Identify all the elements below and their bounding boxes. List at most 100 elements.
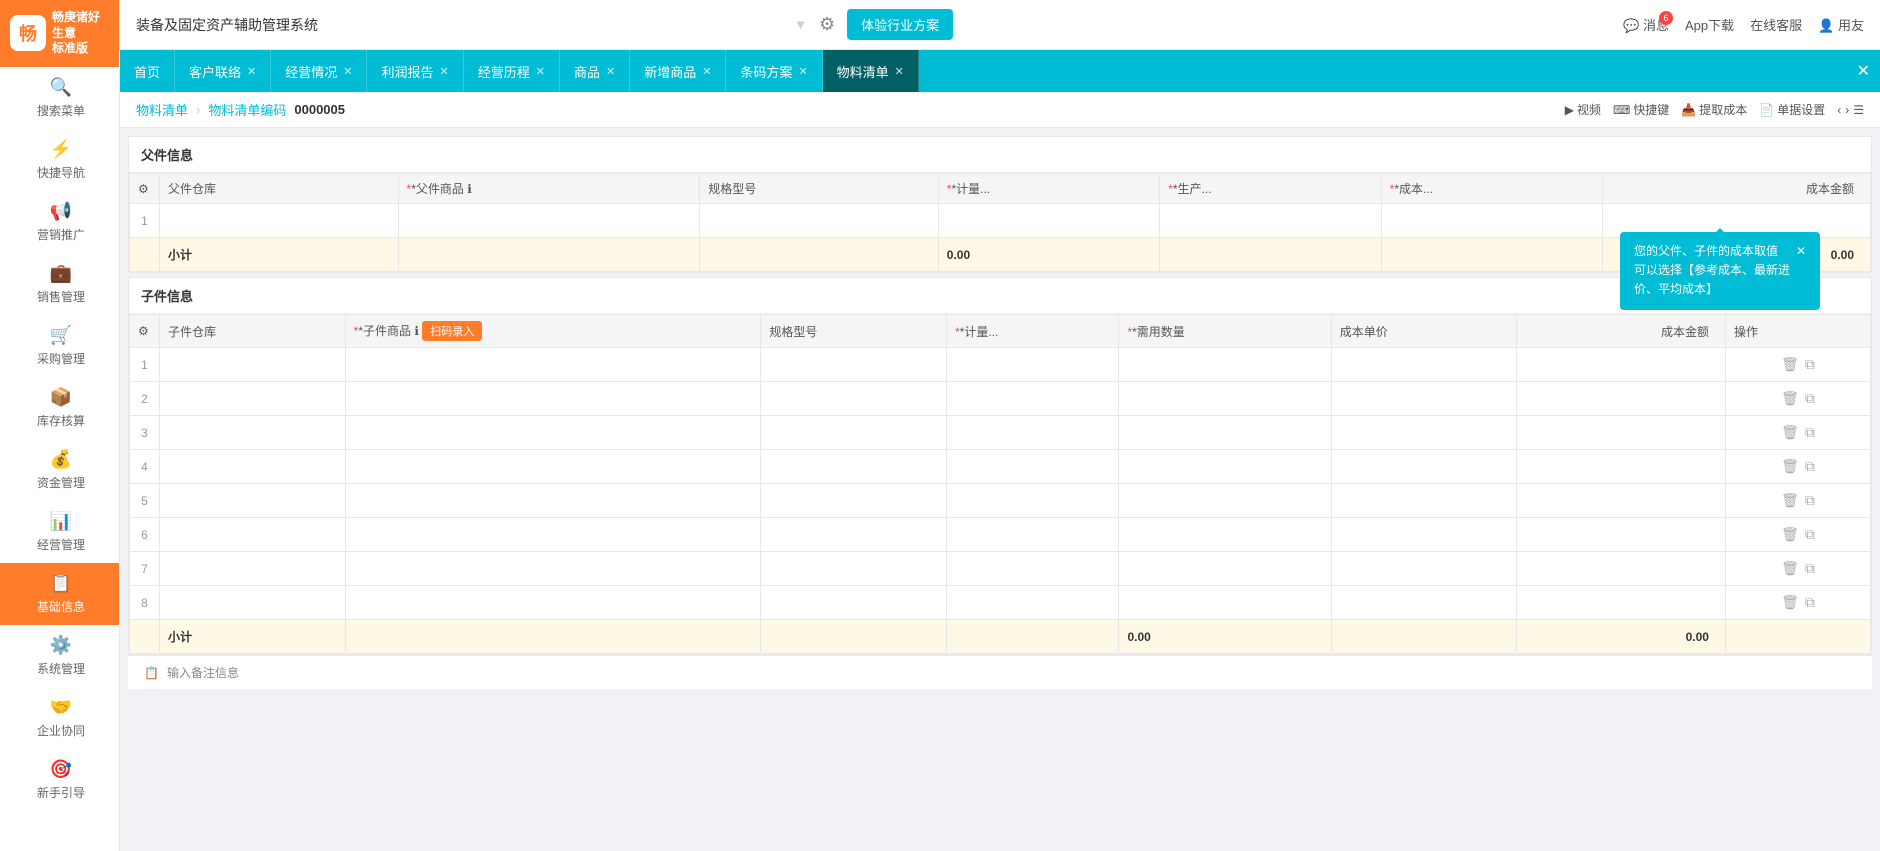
delete-icon[interactable]: 🗑	[1781, 424, 1799, 441]
tab-barcode-close[interactable]: ✕	[798, 65, 807, 78]
child-unit-cell[interactable]	[947, 348, 1119, 382]
scan-button[interactable]: 扫码录入	[422, 321, 482, 341]
child-product-cell[interactable]	[345, 348, 761, 382]
copy-icon[interactable]: ⧉	[1805, 390, 1815, 407]
child-col-gear[interactable]: ⚙	[130, 315, 160, 348]
child-warehouse-cell[interactable]	[160, 552, 346, 586]
child-spec-cell[interactable]	[761, 518, 947, 552]
tab-history-close[interactable]: ✕	[536, 65, 545, 78]
sidebar-item-corp[interactable]: 🤝 企业协同	[0, 687, 119, 749]
child-qty-cell[interactable]	[1119, 416, 1331, 450]
child-product-cell[interactable]	[345, 552, 761, 586]
child-qty-cell[interactable]	[1119, 348, 1331, 382]
child-spec-cell[interactable]	[761, 484, 947, 518]
child-warehouse-cell[interactable]	[160, 348, 346, 382]
sidebar-item-finance[interactable]: 💰 资金管理	[0, 439, 119, 501]
child-product-cell[interactable]	[345, 586, 761, 620]
menu-icon[interactable]: ☰	[1853, 103, 1864, 117]
parent-production-cell[interactable]	[1160, 204, 1381, 238]
copy-icon[interactable]: ⧉	[1805, 560, 1815, 577]
child-unit-cost-cell[interactable]	[1331, 586, 1517, 620]
sidebar-item-purchase[interactable]: 🛒 采购管理	[0, 315, 119, 377]
sidebar-item-search[interactable]: 🔍 搜索菜单	[0, 67, 119, 129]
tab-customer-close[interactable]: ✕	[247, 65, 256, 78]
child-product-cell[interactable]	[345, 450, 761, 484]
child-cost-amount-cell[interactable]	[1517, 518, 1726, 552]
app-download-link[interactable]: App下载	[1685, 15, 1734, 34]
child-cost-amount-cell[interactable]	[1517, 552, 1726, 586]
tooltip-close-button[interactable]: ✕	[1796, 242, 1806, 261]
view-action[interactable]: ▶ 视频	[1565, 101, 1601, 118]
copy-icon[interactable]: ⧉	[1805, 356, 1815, 373]
sidebar-item-system[interactable]: ⚙️ 系统管理	[0, 625, 119, 687]
child-cost-amount-cell[interactable]	[1517, 348, 1726, 382]
parent-unit-cell[interactable]	[938, 204, 1159, 238]
child-spec-cell[interactable]	[761, 416, 947, 450]
sidebar-item-inventory[interactable]: 📦 库存核算	[0, 377, 119, 439]
tab-operations-close[interactable]: ✕	[343, 65, 352, 78]
child-product-cell[interactable]	[345, 484, 761, 518]
copy-icon[interactable]: ⧉	[1805, 458, 1815, 475]
child-qty-cell[interactable]	[1119, 552, 1331, 586]
delete-icon[interactable]: 🗑	[1781, 390, 1799, 407]
online-service-link[interactable]: 在线客服	[1750, 15, 1802, 34]
child-unit-cost-cell[interactable]	[1331, 450, 1517, 484]
child-warehouse-cell[interactable]	[160, 416, 346, 450]
tab-operations[interactable]: 经营情况 ✕	[271, 50, 367, 92]
trial-button[interactable]: 体验行业方案	[847, 9, 953, 40]
child-warehouse-cell[interactable]	[160, 518, 346, 552]
delete-icon[interactable]: 🗑	[1781, 458, 1799, 475]
child-unit-cost-cell[interactable]	[1331, 382, 1517, 416]
copy-icon[interactable]: ⧉	[1805, 424, 1815, 441]
child-spec-cell[interactable]	[761, 450, 947, 484]
child-qty-cell[interactable]	[1119, 484, 1331, 518]
breadcrumb-list[interactable]: 物料清单	[136, 100, 188, 119]
child-cost-amount-cell[interactable]	[1517, 586, 1726, 620]
child-product-cell[interactable]	[345, 382, 761, 416]
child-cost-amount-cell[interactable]	[1517, 416, 1726, 450]
child-qty-cell[interactable]	[1119, 518, 1331, 552]
copy-icon[interactable]: ⧉	[1805, 492, 1815, 509]
sidebar-item-basic[interactable]: 📋 基础信息	[0, 563, 119, 625]
delete-icon[interactable]: 🗑	[1781, 526, 1799, 543]
delete-icon[interactable]: 🗑	[1781, 560, 1799, 577]
child-qty-cell[interactable]	[1119, 586, 1331, 620]
user-avatar[interactable]: 👤 用友	[1818, 15, 1864, 34]
child-spec-cell[interactable]	[761, 348, 947, 382]
child-cost-amount-cell[interactable]	[1517, 484, 1726, 518]
child-warehouse-cell[interactable]	[160, 586, 346, 620]
sidebar-item-guide[interactable]: 🎯 新手引导	[0, 749, 119, 811]
child-spec-cell[interactable]	[761, 382, 947, 416]
child-unit-cell[interactable]	[947, 518, 1119, 552]
copy-icon[interactable]: ⧉	[1805, 526, 1815, 543]
child-unit-cost-cell[interactable]	[1331, 484, 1517, 518]
delete-icon[interactable]: 🗑	[1781, 594, 1799, 611]
delete-icon[interactable]: 🗑	[1781, 356, 1799, 373]
sidebar-item-sales[interactable]: 💼 销售管理	[0, 253, 119, 315]
parent-warehouse-cell[interactable]	[160, 204, 399, 238]
tab-bom-close[interactable]: ✕	[895, 65, 904, 78]
child-spec-cell[interactable]	[761, 552, 947, 586]
tab-new-product[interactable]: 新增商品 ✕	[630, 50, 726, 92]
child-unit-cell[interactable]	[947, 382, 1119, 416]
extract-cost-action[interactable]: 📥 提取成本	[1681, 101, 1747, 118]
copy-icon[interactable]: ⧉	[1805, 594, 1815, 611]
tab-new-product-close[interactable]: ✕	[702, 65, 711, 78]
child-warehouse-cell[interactable]	[160, 484, 346, 518]
child-cost-amount-cell[interactable]	[1517, 382, 1726, 416]
tab-profit-close[interactable]: ✕	[440, 65, 449, 78]
prev-arrow[interactable]: ‹	[1837, 103, 1841, 117]
child-unit-cell[interactable]	[947, 450, 1119, 484]
tab-home[interactable]: 首页	[120, 50, 175, 92]
sidebar-item-operations[interactable]: 📊 经营管理	[0, 501, 119, 563]
child-unit-cost-cell[interactable]	[1331, 518, 1517, 552]
tab-customer[interactable]: 客户联络 ✕	[175, 50, 271, 92]
child-product-cell[interactable]	[345, 416, 761, 450]
tab-products[interactable]: 商品 ✕	[560, 50, 630, 92]
child-spec-cell[interactable]	[761, 586, 947, 620]
child-product-cell[interactable]	[345, 518, 761, 552]
child-unit-cell[interactable]	[947, 416, 1119, 450]
parent-cost-cell[interactable]	[1381, 204, 1602, 238]
close-all-tabs[interactable]: ✕	[1847, 61, 1880, 81]
child-cost-amount-cell[interactable]	[1517, 450, 1726, 484]
